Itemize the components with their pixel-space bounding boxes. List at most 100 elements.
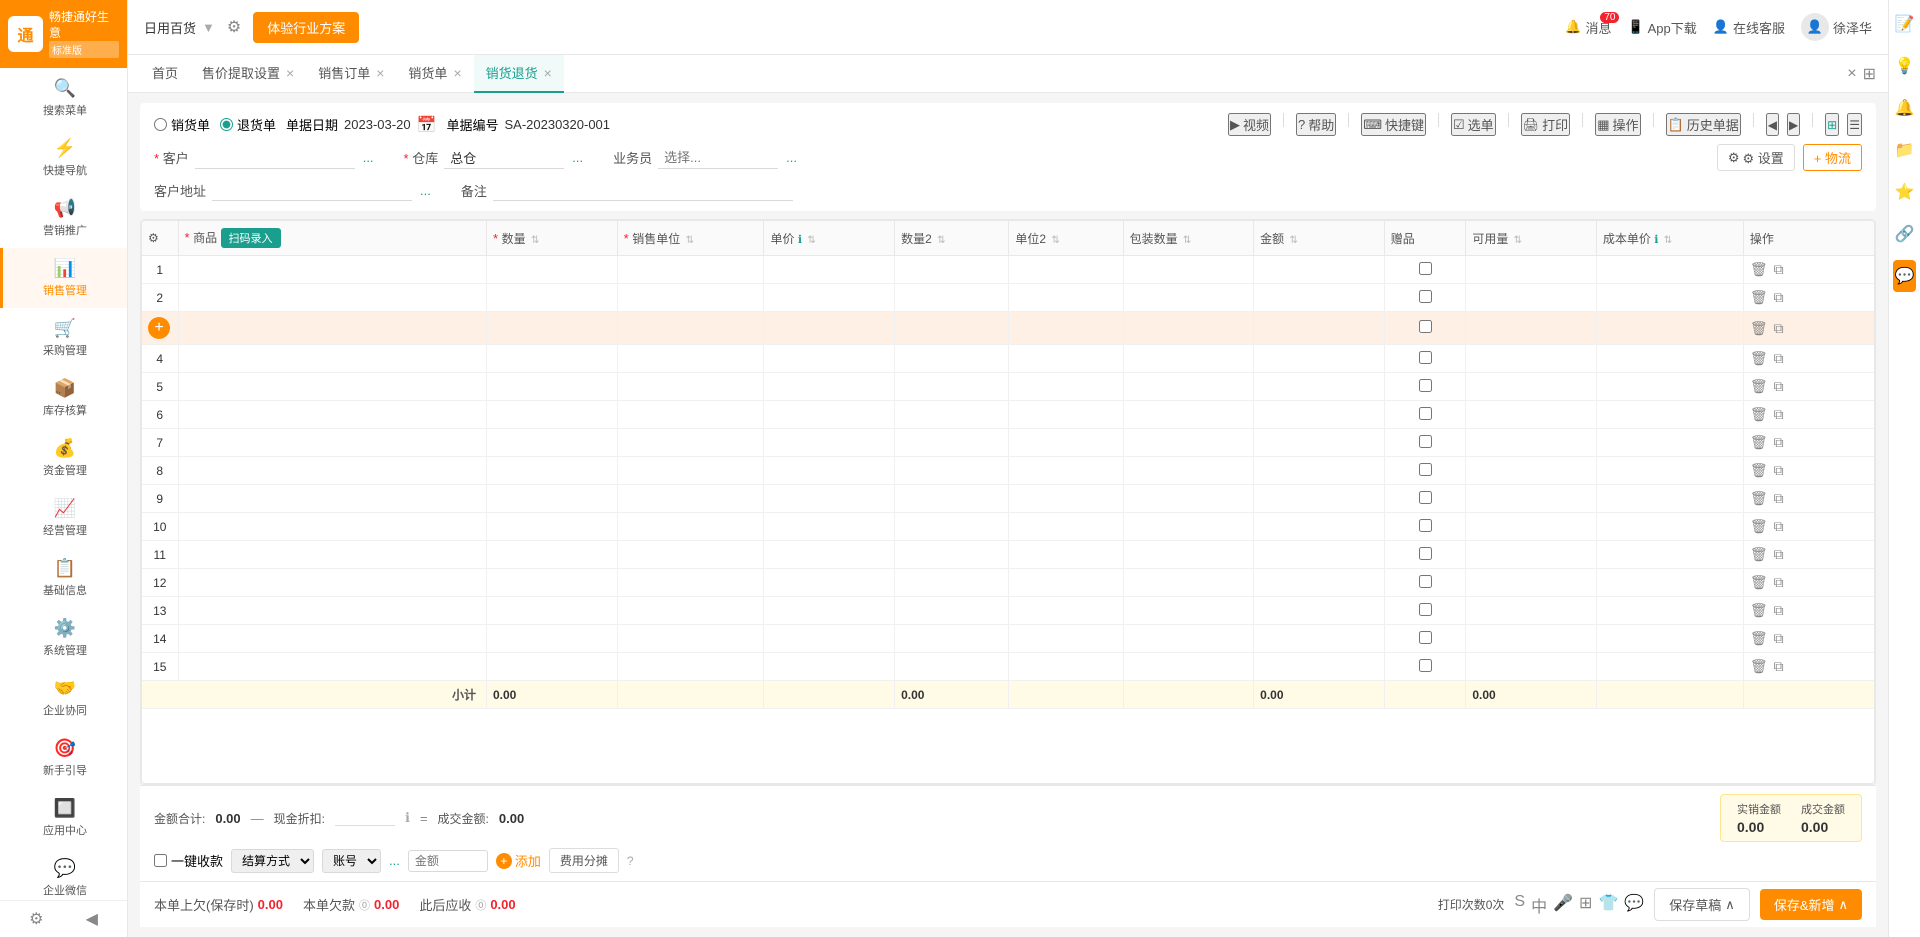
sort-icon[interactable]: ⇅ — [1051, 235, 1059, 246]
remark-input[interactable] — [493, 179, 793, 201]
gift-checkbox[interactable] — [1419, 320, 1432, 333]
qty2-cell[interactable] — [895, 284, 1009, 312]
list-view-btn[interactable]: ☰ — [1847, 113, 1862, 136]
tab-close-icon[interactable]: × — [286, 65, 294, 81]
pkg-cell[interactable] — [1123, 312, 1254, 345]
app-download-btn[interactable]: 📱 App下载 — [1627, 18, 1696, 37]
warehouse-input[interactable] — [444, 147, 564, 169]
delete-row-btn[interactable]: 🗑 — [1750, 406, 1768, 423]
history-btn[interactable]: 📋 历史单据 — [1666, 113, 1741, 136]
rp-folder-btn[interactable]: 📁 — [1893, 134, 1917, 166]
payment-checkbox[interactable]: 一键收款 — [154, 851, 223, 870]
print-btn[interactable]: 🖨 打印 — [1521, 113, 1571, 136]
price-cell[interactable] — [764, 256, 895, 284]
delete-row-btn[interactable]: 🗑 — [1750, 378, 1768, 395]
delete-row-btn[interactable]: 🗑 — [1750, 462, 1768, 479]
copy-row-btn[interactable]: ⧉ — [1774, 602, 1784, 619]
delete-row-btn[interactable]: 🗑 — [1750, 574, 1768, 591]
operate-btn[interactable]: ▦ 操作 — [1595, 113, 1640, 136]
gift-checkbox[interactable] — [1419, 463, 1432, 476]
calc-method-select[interactable]: 结算方式 — [231, 849, 314, 873]
tab-close-icon[interactable]: × — [544, 65, 552, 81]
customer-input[interactable] — [195, 147, 355, 169]
account-select[interactable]: 账号 — [322, 849, 381, 873]
rp-link-btn[interactable]: 🔗 — [1893, 218, 1917, 250]
scan-btn[interactable]: 扫码录入 — [221, 228, 281, 248]
sort-icon[interactable]: ⇅ — [937, 235, 945, 246]
unit-cell[interactable] — [617, 284, 764, 312]
settings-bottom-btn[interactable]: ⚙ — [29, 909, 43, 929]
sort-icon[interactable]: ⇅ — [1664, 235, 1672, 246]
unit2-cell[interactable] — [1009, 256, 1123, 284]
qty2-cell[interactable] — [895, 312, 1009, 345]
delete-row-btn[interactable]: 🗑 — [1750, 261, 1768, 278]
gift-cell[interactable] — [1384, 284, 1466, 312]
delete-row-btn[interactable]: 🗑 — [1750, 518, 1768, 535]
price-cell[interactable] — [764, 284, 895, 312]
tab-close-icon[interactable]: × — [453, 65, 461, 81]
expand-tabs-btn[interactable]: ⊞ — [1863, 64, 1876, 84]
sort-icon[interactable]: ⇅ — [1183, 235, 1191, 246]
grid-view-btn[interactable]: ⊞ — [1825, 113, 1839, 136]
sidebar-item-sales[interactable]: 📊 销售管理 — [0, 248, 127, 308]
sort-icon[interactable]: ⇅ — [686, 235, 694, 246]
topbar-gear-icon[interactable]: ⚙ — [227, 17, 241, 37]
sidebar-item-operation[interactable]: 📈 经营管理 — [0, 488, 127, 548]
shortcut-btn[interactable]: ⌨ 快捷键 — [1361, 113, 1426, 136]
copy-row-btn[interactable]: ⧉ — [1774, 350, 1784, 367]
staff-dots[interactable]: ... — [786, 150, 797, 165]
qty-cell[interactable] — [487, 284, 618, 312]
copy-row-btn[interactable]: ⧉ — [1774, 546, 1784, 563]
online-service-btn[interactable]: 👤 在线客服 — [1713, 18, 1785, 37]
radio-return-input[interactable] — [220, 118, 233, 131]
sidebar-item-purchase[interactable]: 🛒 采购管理 — [0, 308, 127, 368]
unit-cell[interactable] — [617, 312, 764, 345]
gift-checkbox[interactable] — [1419, 379, 1432, 392]
payment-check-input[interactable] — [154, 854, 167, 867]
add-row-btn[interactable]: + — [148, 317, 170, 339]
rp-star-btn[interactable]: ⭐ — [1893, 176, 1917, 208]
tab-sales-return[interactable]: 销货退货 × — [474, 55, 564, 93]
sidebar-item-system[interactable]: ⚙️ 系统管理 — [0, 608, 127, 668]
collapse-btn[interactable]: ◀ — [86, 909, 98, 929]
product-input-active[interactable] — [185, 321, 481, 336]
rp-bell-btn[interactable]: 🔔 — [1893, 92, 1917, 124]
tab-sales[interactable]: 销货单 × — [396, 55, 473, 93]
staff-input[interactable] — [658, 147, 778, 169]
gift-checkbox[interactable] — [1419, 407, 1432, 420]
delete-row-btn[interactable]: 🗑 — [1750, 658, 1768, 675]
radio-sale[interactable]: 销货单 — [154, 115, 210, 134]
gift-checkbox[interactable] — [1419, 351, 1432, 364]
video-btn[interactable]: ▶ 视频 — [1228, 113, 1271, 136]
sidebar-item-wechat[interactable]: 💬 企业微信 — [0, 848, 127, 900]
sidebar-item-apps[interactable]: 🔲 应用中心 — [0, 788, 127, 848]
copy-row-btn[interactable]: ⧉ — [1774, 378, 1784, 395]
copy-row-btn[interactable]: ⧉ — [1774, 630, 1784, 647]
gift-checkbox[interactable] — [1419, 290, 1432, 303]
sidebar-item-collab[interactable]: 🤝 企业协同 — [0, 668, 127, 728]
prev-doc-btn[interactable]: ◀ — [1766, 113, 1779, 136]
delete-row-btn[interactable]: 🗑 — [1750, 350, 1768, 367]
delete-row-btn[interactable]: 🗑 — [1750, 490, 1768, 507]
delete-row-btn[interactable]: 🗑 — [1750, 320, 1768, 337]
price-cell[interactable] — [764, 312, 895, 345]
tab-price-setting[interactable]: 售价提取设置 × — [190, 55, 306, 93]
copy-row-btn[interactable]: ⧉ — [1774, 658, 1784, 675]
daily-selector[interactable]: 日用百货 ▼ — [144, 18, 215, 37]
user-menu[interactable]: 👤 徐泽华 — [1801, 13, 1872, 41]
radio-sale-input[interactable] — [154, 118, 167, 131]
rp-edit-btn[interactable]: 📝 — [1893, 8, 1917, 40]
gift-checkbox[interactable] — [1419, 659, 1432, 672]
delete-row-btn[interactable]: 🗑 — [1750, 602, 1768, 619]
save-new-btn[interactable]: 保存&新增 ∧ — [1760, 889, 1862, 920]
qty2-cell[interactable] — [895, 256, 1009, 284]
delete-row-btn[interactable]: 🗑 — [1750, 289, 1768, 306]
rp-lightbulb-btn[interactable]: 💡 — [1893, 50, 1917, 82]
gift-checkbox[interactable] — [1419, 491, 1432, 504]
product-cell[interactable] — [178, 312, 487, 345]
tab-sales-order[interactable]: 销售订单 × — [306, 55, 396, 93]
logistics-btn[interactable]: + 物流 — [1803, 144, 1862, 171]
gift-checkbox[interactable] — [1419, 631, 1432, 644]
sidebar-item-marketing[interactable]: 📢 营销推广 — [0, 188, 127, 248]
copy-row-btn[interactable]: ⧉ — [1774, 490, 1784, 507]
